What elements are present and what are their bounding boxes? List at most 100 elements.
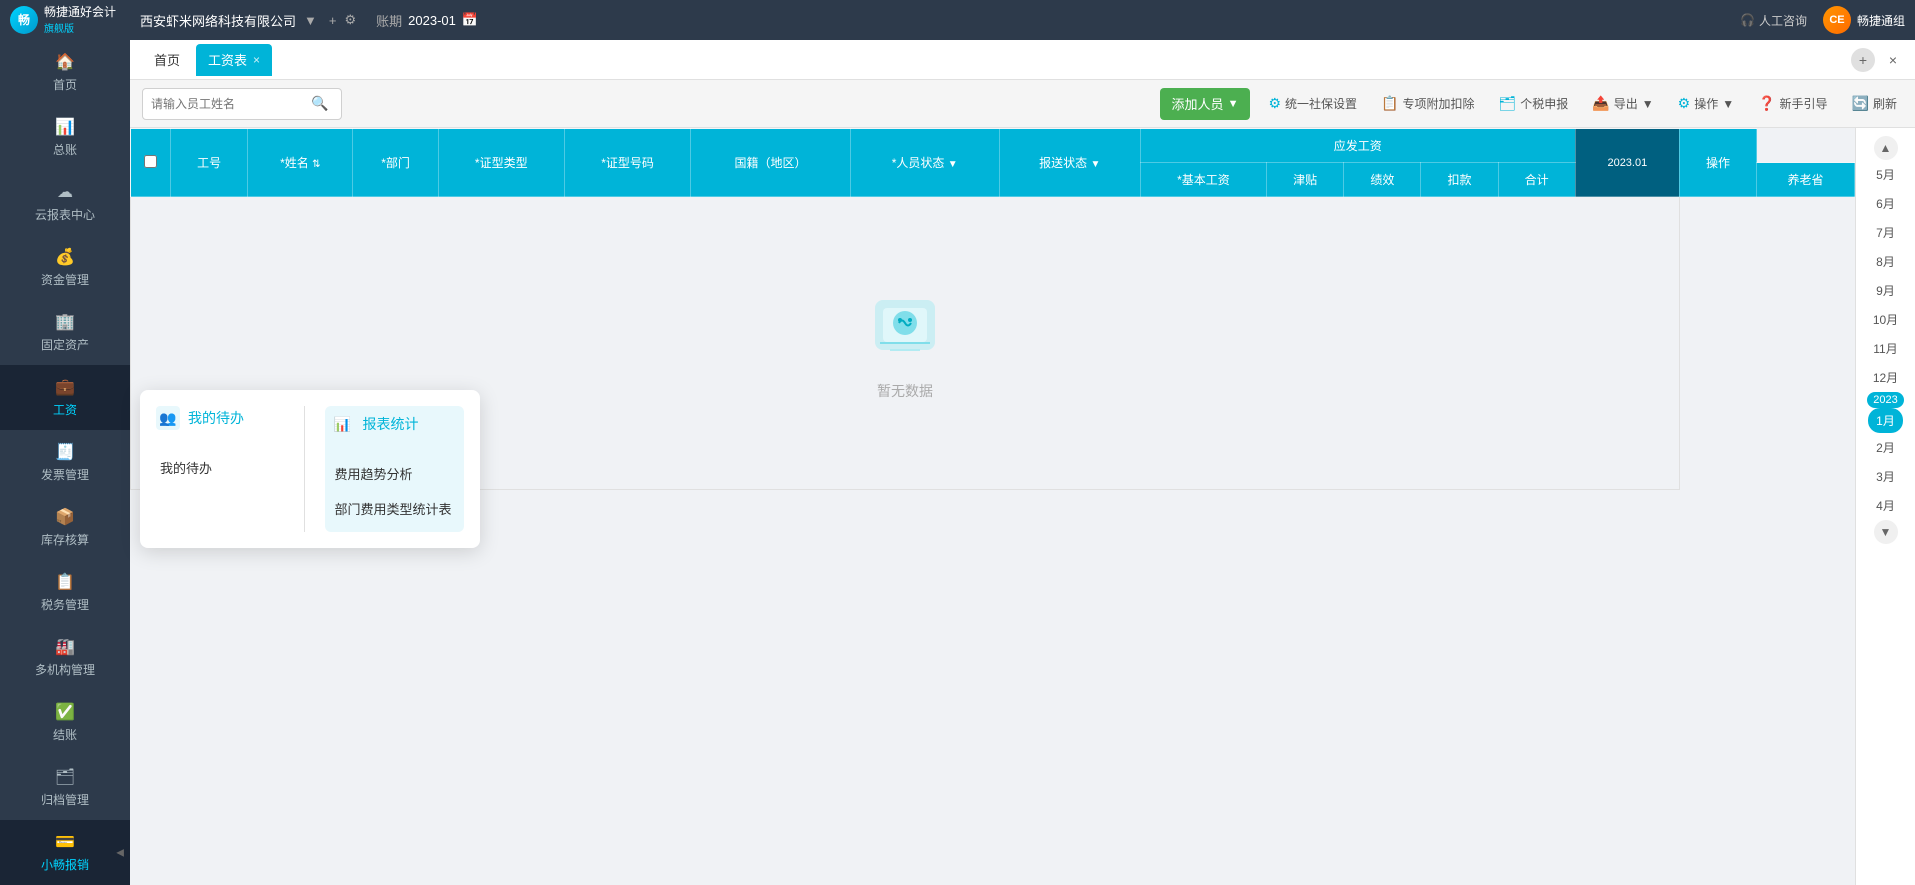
timeline-month-4[interactable]: 4月 — [1872, 491, 1899, 520]
sidebar-item-settlement[interactable]: ✅ 结账 — [0, 690, 130, 755]
th-name: *姓名 ⇅ — [248, 129, 353, 197]
dropdown-col1-header: 👥 我的待办 — [156, 406, 284, 438]
settings-icon[interactable]: ⚙ — [344, 12, 356, 28]
th-checkbox[interactable] — [131, 129, 171, 197]
sidebar-item-multi[interactable]: 🏭 多机构管理 — [0, 625, 130, 690]
sidebar-label-ledger: 总账 — [53, 141, 77, 158]
tab-home-label: 首页 — [154, 50, 180, 69]
search-input[interactable] — [151, 97, 311, 111]
salary-icon: 💼 — [55, 377, 75, 397]
company-dropdown-icon[interactable]: ▼ — [304, 13, 317, 28]
timeline-month-2[interactable]: 2月 — [1872, 433, 1899, 462]
sidebar-item-funds[interactable]: 💰 资金管理 — [0, 235, 130, 300]
dropdown-expense-trend[interactable]: 费用趋势分析 — [331, 456, 459, 491]
timeline-scroll-down[interactable]: ▼ — [1874, 520, 1898, 544]
dropdown-col2-title: 报表统计 — [363, 414, 419, 434]
sidebar-item-home[interactable]: 🏠 首页 — [0, 40, 130, 105]
sidebar-item-archive[interactable]: 🗂 归档管理 — [0, 755, 130, 820]
timeline-month-7[interactable]: 7月 — [1872, 218, 1899, 247]
select-all-checkbox[interactable] — [144, 155, 157, 168]
sidebar-label-archive: 归档管理 — [41, 791, 89, 808]
th-status: *人员状态 ▼ — [850, 129, 999, 197]
social-insurance-action[interactable]: ⚙ 统一社保设置 — [1262, 91, 1363, 116]
filter-icon: ▼ — [948, 159, 958, 170]
tax-declaration-label: 个税申报 — [1520, 95, 1568, 112]
operations-action[interactable]: ⚙ 操作 ▼ — [1672, 91, 1740, 116]
tab-salary-label: 工资表 — [208, 50, 247, 69]
th-nationality: 国籍（地区） — [691, 129, 850, 197]
refresh-action[interactable]: 🔄 刷新 — [1846, 91, 1903, 116]
tab-salary[interactable]: 工资表 × — [196, 44, 272, 76]
dropdown-col1: 👥 我的待办 我的待办 — [156, 406, 284, 532]
th-emp-no: 工号 — [171, 129, 248, 197]
new-guide-action[interactable]: ❓ 新手引导 — [1752, 91, 1833, 116]
sidebar: 🏠 首页 📊 总账 ☁ 云报表中心 💰 资金管理 🏢 固定资产 💼 工资 🧾 发… — [0, 40, 130, 885]
refresh-label: 刷新 — [1873, 95, 1897, 112]
new-guide-icon: ❓ — [1758, 95, 1775, 112]
dropdown-col1-title: 我的待办 — [188, 408, 244, 428]
add-people-button[interactable]: 添加人员 ▼ — [1160, 88, 1251, 120]
timeline-month-9[interactable]: 9月 — [1872, 276, 1899, 305]
calendar-icon[interactable]: 📅 — [462, 12, 478, 28]
timeline-scroll-up[interactable]: ▲ — [1874, 136, 1898, 160]
export-action[interactable]: 📤 导出 ▼ — [1586, 91, 1659, 116]
tab-bar-close-button[interactable]: × — [1881, 48, 1905, 72]
invoice-icon: 🧾 — [55, 442, 75, 462]
sidebar-item-ledger[interactable]: 📊 总账 — [0, 105, 130, 170]
dropdown-cols: 👥 我的待办 我的待办 📊 报表统计 费用趋势分析 部门费用类型统计表 — [156, 406, 464, 532]
toolbar-right: 添加人员 ▼ ⚙ 统一社保设置 📋 专项附加扣除 🗂 个税申报 📤 导 — [1160, 88, 1903, 120]
dropdown-dept-expense[interactable]: 部门费用类型统计表 — [331, 491, 459, 526]
tab-home[interactable]: 首页 — [142, 44, 192, 76]
no-data-icon — [865, 285, 945, 365]
timeline-month-10[interactable]: 10月 — [1869, 305, 1902, 334]
th-id-type: *证型类型 — [438, 129, 564, 197]
assets-icon: 🏢 — [55, 312, 75, 332]
tab-salary-close[interactable]: × — [253, 54, 260, 66]
export-dropdown-icon: ▼ — [1642, 97, 1654, 111]
timeline-month-1[interactable]: 1月 — [1868, 408, 1903, 433]
export-label: 导出 — [1614, 95, 1638, 112]
timeline-month-11[interactable]: 11月 — [1869, 334, 1901, 363]
reports-icon: ☁ — [55, 182, 75, 202]
sidebar-item-salary[interactable]: 💼 工资 — [0, 365, 130, 430]
sidebar-item-tax[interactable]: 📋 税务管理 — [0, 560, 130, 625]
user-area[interactable]: CE 畅捷通组 — [1823, 6, 1905, 34]
operations-dropdown-icon: ▼ — [1722, 97, 1734, 111]
toolbar: 🔍 添加人员 ▼ ⚙ 统一社保设置 📋 专项附加扣除 🗂 个税申报 — [130, 80, 1915, 128]
operations-label: 操作 — [1694, 95, 1718, 112]
timeline-month-3[interactable]: 3月 — [1872, 462, 1899, 491]
tab-add-button[interactable]: + — [1851, 48, 1875, 72]
no-data-text: 暂无数据 — [877, 381, 933, 401]
add-company-icon[interactable]: + — [329, 13, 337, 28]
xiaochang-icon: 💳 — [55, 832, 75, 852]
logo-area: 畅 畅捷通好会计 旗舰版 — [10, 5, 130, 34]
timeline-month-6[interactable]: 6月 — [1872, 189, 1899, 218]
th-operations-col: 操作 — [1679, 129, 1756, 197]
th-allowance: 津贴 — [1267, 163, 1344, 197]
ledger-icon: 📊 — [55, 117, 75, 137]
timeline-month-5[interactable]: 5月 — [1872, 160, 1899, 189]
sidebar-item-inventory[interactable]: 📦 库存核算 — [0, 495, 130, 560]
sidebar-item-assets[interactable]: 🏢 固定资产 — [0, 300, 130, 365]
tax-declaration-action[interactable]: 🗂 个税申报 — [1492, 91, 1574, 116]
th-deductions: 扣款 — [1421, 163, 1498, 197]
timeline-month-8[interactable]: 8月 — [1872, 247, 1899, 276]
search-wrapper: 🔍 — [142, 88, 342, 120]
sidebar-label-invoice: 发票管理 — [41, 466, 89, 483]
user-name: 畅捷通组 — [1857, 12, 1905, 29]
search-icon[interactable]: 🔍 — [311, 95, 328, 112]
dropdown-col2: 📊 报表统计 费用趋势分析 部门费用类型统计表 — [325, 406, 465, 532]
sidebar-item-reports[interactable]: ☁ 云报表中心 — [0, 170, 130, 235]
service-button[interactable]: 🎧 人工咨询 — [1740, 12, 1807, 29]
sidebar-item-xiaochang[interactable]: 💳 小畅报销 ◀ — [0, 820, 130, 885]
tax-icon: 📋 — [55, 572, 75, 592]
special-deduction-action[interactable]: 📋 专项附加扣除 — [1375, 91, 1480, 116]
th-total: 合计 — [1498, 163, 1575, 197]
headset-icon: 🎧 — [1740, 13, 1755, 27]
timeline-month-12[interactable]: 12月 — [1869, 363, 1902, 392]
sidebar-label-tax: 税务管理 — [41, 596, 89, 613]
sidebar-item-invoice[interactable]: 🧾 发票管理 — [0, 430, 130, 495]
logo-text-block: 畅捷通好会计 旗舰版 — [44, 5, 116, 34]
dropdown-my-todo[interactable]: 我的待办 — [156, 450, 284, 485]
period-label: 账期 — [376, 11, 402, 30]
